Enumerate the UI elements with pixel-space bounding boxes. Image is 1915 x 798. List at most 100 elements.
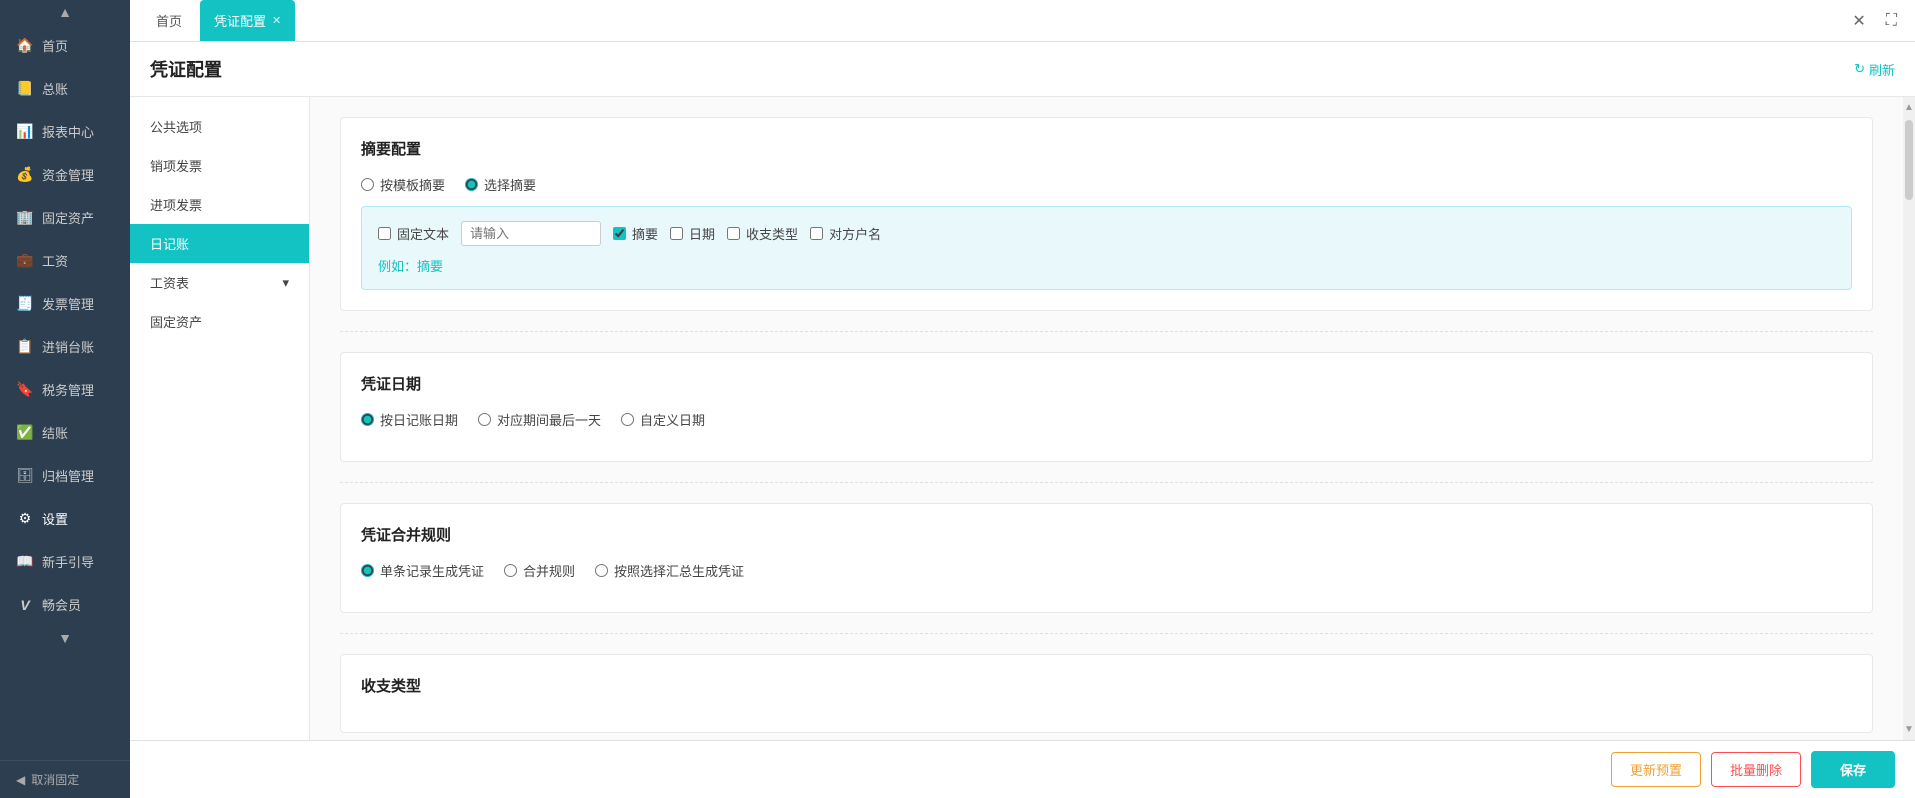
checkbox-counterpart[interactable]: 对方户名 bbox=[810, 224, 881, 243]
sidebar-item-assets[interactable]: 🏢 固定资产 bbox=[0, 196, 130, 239]
purchase-icon: 📋 bbox=[16, 338, 34, 356]
main-area: 首页 凭证配置 ✕ ✕ ⛶ 凭证配置 ↻ 刷新 公共选项 销项发票 进 bbox=[130, 0, 1915, 798]
sidebar-footer-label: 取消固定 bbox=[31, 771, 79, 788]
summary-section-title: 摘要配置 bbox=[361, 138, 1852, 159]
sidebar-item-invoice[interactable]: 🧾 发票管理 bbox=[0, 282, 130, 325]
right-scrollbar: ▲ ▼ bbox=[1903, 97, 1915, 740]
reports-icon: 📊 bbox=[16, 123, 34, 141]
scrollbar-down-arrow[interactable]: ▼ bbox=[1901, 721, 1915, 738]
refresh-button[interactable]: ↻ 刷新 bbox=[1854, 60, 1895, 79]
radio-merge-rule[interactable] bbox=[504, 564, 517, 577]
option-single-label: 单条记录生成凭证 bbox=[380, 561, 484, 580]
tab-close-icon[interactable]: ✕ bbox=[272, 14, 281, 27]
ledger-icon: 📒 bbox=[16, 80, 34, 98]
divider-1 bbox=[340, 331, 1873, 332]
scrollbar-thumb[interactable] bbox=[1905, 120, 1913, 200]
sidebar-item-settings[interactable]: ⚙ 设置 bbox=[0, 497, 130, 540]
checkbox-fixed-text-input[interactable] bbox=[378, 227, 391, 240]
sidebar-item-ledger[interactable]: 📒 总账 bbox=[0, 67, 130, 110]
fixed-text-input[interactable] bbox=[461, 221, 601, 246]
tab-home-label: 首页 bbox=[156, 11, 182, 30]
option-by-journal-label: 按日记账日期 bbox=[380, 410, 458, 429]
checkbox-date[interactable]: 日期 bbox=[670, 224, 715, 243]
checkbox-summary-input[interactable] bbox=[613, 227, 626, 240]
radio-template-summary[interactable] bbox=[361, 178, 374, 191]
checkbox-fixed-text[interactable]: 固定文本 bbox=[378, 224, 449, 243]
checkbox-payment-type[interactable]: 收支类型 bbox=[727, 224, 798, 243]
radio-choose-summary[interactable] bbox=[465, 178, 478, 191]
sidebar-item-ledger-label: 总账 bbox=[42, 79, 68, 98]
option-custom-date[interactable]: 自定义日期 bbox=[621, 410, 705, 429]
option-custom-label: 自定义日期 bbox=[640, 410, 705, 429]
scrollbar-up-arrow[interactable]: ▲ bbox=[1901, 99, 1915, 116]
sidebar-item-funds-label: 资金管理 bbox=[42, 165, 94, 184]
collection-type-section: 收支类型 bbox=[340, 654, 1873, 733]
nav-item-public[interactable]: 公共选项 bbox=[130, 107, 309, 146]
sidebar-item-salary[interactable]: 💼 工资 bbox=[0, 239, 130, 282]
checkbox-date-input[interactable] bbox=[670, 227, 683, 240]
checkbox-payment-input[interactable] bbox=[727, 227, 740, 240]
nav-item-journal[interactable]: 日记账 bbox=[130, 224, 309, 263]
page-title: 凭证配置 bbox=[150, 56, 222, 82]
voucher-date-title: 凭证日期 bbox=[361, 373, 1852, 394]
fullscreen-button[interactable]: ⛶ bbox=[1880, 10, 1903, 32]
sidebar-scroll-down[interactable]: ▼ bbox=[0, 626, 130, 650]
sidebar-item-salary-label: 工资 bbox=[42, 251, 68, 270]
option-last-day[interactable]: 对应期间最后一天 bbox=[478, 410, 601, 429]
nav-item-sales[interactable]: 销项发票 bbox=[130, 146, 309, 185]
radio-single-record[interactable] bbox=[361, 564, 374, 577]
option-single-record[interactable]: 单条记录生成凭证 bbox=[361, 561, 484, 580]
sidebar-item-home-label: 首页 bbox=[42, 36, 68, 55]
nav-item-fixed-assets-label: 固定资产 bbox=[150, 312, 202, 331]
checkbox-summary-label: 摘要 bbox=[632, 224, 658, 243]
tab-voucher[interactable]: 凭证配置 ✕ bbox=[200, 0, 295, 41]
tab-home[interactable]: 首页 bbox=[142, 0, 196, 41]
option-by-journal-date[interactable]: 按日记账日期 bbox=[361, 410, 458, 429]
sidebar-item-tax[interactable]: 🔖 税务管理 bbox=[0, 368, 130, 411]
radio-last-day[interactable] bbox=[478, 413, 491, 426]
option-by-selection-label: 按照选择汇总生成凭证 bbox=[614, 561, 744, 580]
sidebar-item-checkout[interactable]: ✅ 结账 bbox=[0, 411, 130, 454]
nav-item-fixed-assets[interactable]: 固定资产 bbox=[130, 302, 309, 341]
voucher-date-section: 凭证日期 按日记账日期 对应期间最后一天 自定义日期 bbox=[340, 352, 1873, 462]
batch-delete-button[interactable]: 批量删除 bbox=[1711, 752, 1801, 787]
radio-by-journal[interactable] bbox=[361, 413, 374, 426]
option-template-summary[interactable]: 按模板摘要 bbox=[361, 175, 445, 194]
option-by-selection[interactable]: 按照选择汇总生成凭证 bbox=[595, 561, 744, 580]
merge-rules-title: 凭证合并规则 bbox=[361, 524, 1852, 545]
nav-item-purchase[interactable]: 进项发票 bbox=[130, 185, 309, 224]
checkout-icon: ✅ bbox=[16, 424, 34, 442]
save-button[interactable]: 保存 bbox=[1811, 751, 1895, 788]
invoice-icon: 🧾 bbox=[16, 295, 34, 313]
checkbox-counterpart-input[interactable] bbox=[810, 227, 823, 240]
option-choose-summary[interactable]: 选择摘要 bbox=[465, 175, 536, 194]
sidebar-item-guide[interactable]: 📖 新手引导 bbox=[0, 540, 130, 583]
option-merge-rule[interactable]: 合并规则 bbox=[504, 561, 575, 580]
settings-icon: ⚙ bbox=[16, 510, 34, 528]
sidebar-item-funds[interactable]: 💰 资金管理 bbox=[0, 153, 130, 196]
tax-icon: 🔖 bbox=[16, 381, 34, 399]
nav-item-journal-label: 日记账 bbox=[150, 234, 189, 253]
refresh-icon: ↻ bbox=[1854, 61, 1865, 77]
right-content: 摘要配置 按模板摘要 选择摘要 固定文本 bbox=[310, 97, 1903, 740]
archive-icon: 🗄 bbox=[16, 467, 34, 485]
summary-hint: 例如：摘要 bbox=[378, 256, 1835, 275]
checkbox-fixed-text-label: 固定文本 bbox=[397, 224, 449, 243]
radio-custom-date[interactable] bbox=[621, 413, 634, 426]
sidebar-scroll-up[interactable]: ▲ bbox=[0, 0, 130, 24]
sidebar-unpin-button[interactable]: ◀ 取消固定 bbox=[0, 760, 130, 798]
close-window-button[interactable]: ✕ bbox=[1846, 9, 1871, 33]
update-preview-button[interactable]: 更新预置 bbox=[1611, 752, 1701, 787]
radio-by-selection[interactable] bbox=[595, 564, 608, 577]
payroll-expand-icon: ▾ bbox=[282, 275, 289, 291]
home-icon: 🏠 bbox=[16, 37, 34, 55]
sidebar-item-archive[interactable]: 🗄 归档管理 bbox=[0, 454, 130, 497]
nav-item-payroll[interactable]: 工资表 ▾ bbox=[130, 263, 309, 302]
sidebar-item-member[interactable]: V 畅会员 bbox=[0, 583, 130, 626]
member-icon: V bbox=[16, 596, 34, 614]
sidebar-item-reports[interactable]: 📊 报表中心 bbox=[0, 110, 130, 153]
sidebar-item-settings-label: 设置 bbox=[42, 509, 68, 528]
sidebar-item-purchase[interactable]: 📋 进销台账 bbox=[0, 325, 130, 368]
checkbox-summary[interactable]: 摘要 bbox=[613, 224, 658, 243]
sidebar-item-home[interactable]: 🏠 首页 bbox=[0, 24, 130, 67]
